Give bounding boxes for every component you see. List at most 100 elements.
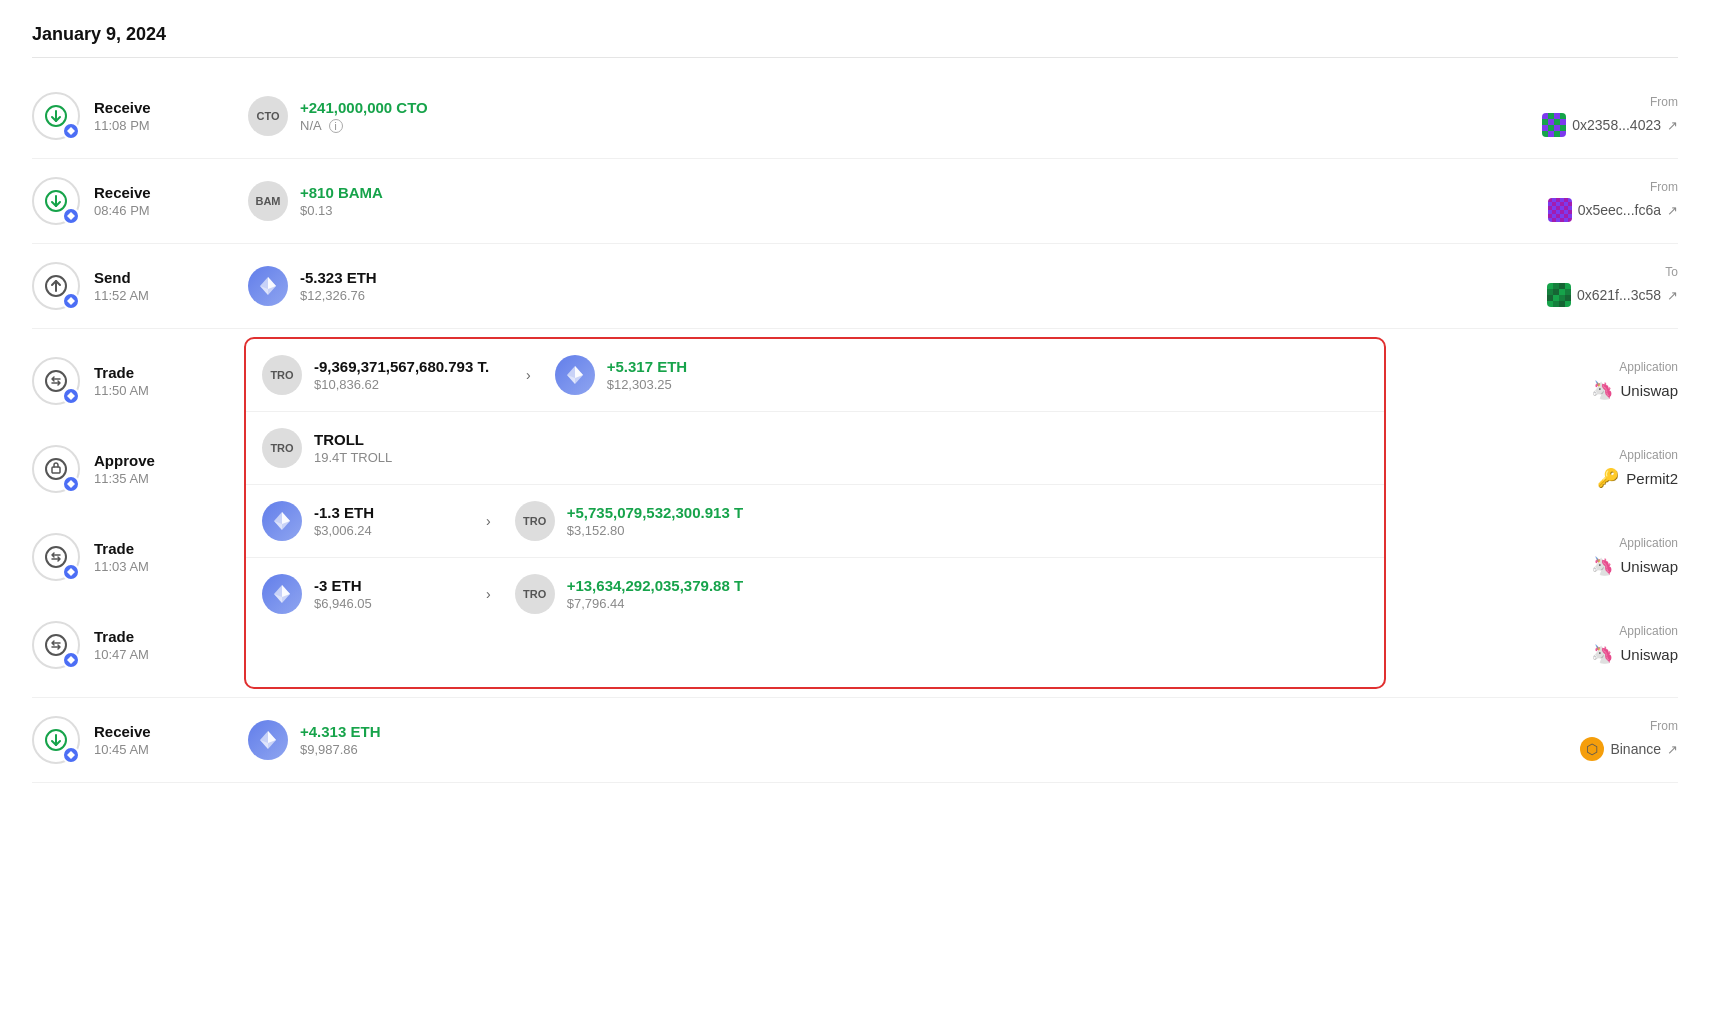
eth-icon [248, 266, 288, 306]
svg-rect-34 [1548, 206, 1552, 210]
svg-rect-15 [1542, 131, 1548, 137]
svg-rect-76 [1547, 301, 1553, 307]
eth-badge [62, 207, 80, 225]
token-tro-1: TRO [262, 355, 302, 395]
svg-marker-2 [67, 127, 75, 135]
token-details-from3: -3 ETH $6,946.05 [314, 577, 474, 611]
svg-marker-81 [67, 392, 75, 400]
svg-rect-65 [1553, 283, 1559, 289]
app-label: Application [1619, 624, 1678, 638]
svg-rect-56 [1564, 218, 1568, 222]
token-amount: +241,000,000 CTO [300, 99, 428, 116]
svg-rect-5 [1554, 113, 1560, 119]
svg-rect-71 [1565, 289, 1571, 295]
svg-rect-28 [1548, 202, 1552, 206]
uniswap-icon-3: 🦄 [1590, 642, 1614, 666]
eth-badge [62, 563, 80, 581]
token-circle-bam: BAM [248, 181, 288, 221]
addr-avatar [1542, 113, 1566, 137]
app-badge-permit2: 🔑 Permit2 [1596, 466, 1678, 490]
svg-rect-44 [1564, 210, 1568, 214]
tx-time: 10:45 AM [94, 742, 151, 757]
info-icon[interactable]: i [329, 119, 343, 133]
meta-label: From [1650, 95, 1678, 109]
transactions-page: January 9, 2024 Receive 11:08 PM [0, 0, 1710, 807]
eth-icon [248, 720, 288, 760]
svg-rect-14 [1560, 125, 1566, 131]
tx-middle: -5.323 ETH $12,326.76 [232, 266, 1398, 306]
tx-left: Send 11:52 AM [32, 262, 232, 310]
addr-text: 0x621f...3c58 [1577, 287, 1661, 303]
svg-rect-24 [1556, 198, 1560, 202]
tx-middle: BAM +810 BAMA $0.13 [232, 181, 1398, 221]
svg-rect-31 [1560, 202, 1564, 206]
transactions-list: Receive 11:08 PM CTO +241,000,000 CTO N/… [32, 74, 1678, 783]
token-usd-from: $10,836.62 [314, 377, 514, 392]
tx-type: Trade [94, 628, 149, 645]
svg-rect-18 [1560, 131, 1566, 137]
eth-badge [62, 746, 80, 764]
svg-rect-70 [1559, 289, 1565, 295]
svg-rect-27 [1568, 198, 1572, 202]
meta-addr: ⬡ Binance ↗ [1580, 737, 1678, 761]
token-usd: $0.13 [300, 203, 383, 218]
token-usd: $9,987.86 [300, 742, 380, 757]
svg-rect-17 [1554, 131, 1560, 137]
highlight-row-trade3: -3 ETH $6,946.05 › TRO +13,634,292,035,3… [246, 558, 1384, 630]
highlighted-left-col: Trade 11:50 AM [32, 337, 232, 689]
token-amount: +810 BAMA [300, 184, 383, 201]
receive-icon [32, 177, 80, 225]
eth-badge [62, 387, 80, 405]
svg-rect-83 [52, 467, 60, 473]
date-header: January 9, 2024 [32, 24, 1678, 58]
trade-icon-3 [32, 621, 80, 669]
trade-icon [32, 357, 80, 405]
ext-link[interactable]: ↗ [1667, 742, 1678, 757]
tx-type-info: Trade 11:50 AM [94, 364, 149, 398]
svg-rect-12 [1548, 125, 1554, 131]
token-details: -5.323 ETH $12,326.76 [300, 269, 377, 303]
meta-addr: 0x621f...3c58 ↗ [1547, 283, 1678, 307]
tx-type-approve: Approve [94, 452, 155, 469]
app-meta-3: Application 🦄 Uniswap [1398, 520, 1678, 594]
tx-middle: CTO +241,000,000 CTO N/A i [232, 96, 1398, 136]
svg-rect-43 [1560, 210, 1564, 214]
tx-row-receive-bama: Receive 08:46 PM BAM +810 BAMA $0.13 Fro… [32, 159, 1678, 244]
ext-link[interactable]: ↗ [1667, 118, 1678, 133]
svg-rect-36 [1556, 206, 1560, 210]
svg-rect-11 [1542, 125, 1548, 131]
uniswap-icon: 🦄 [1590, 378, 1614, 402]
tx-meta: From ⬡ Binance ↗ [1580, 719, 1678, 761]
tx-time: 11:03 AM [94, 559, 149, 574]
app-badge-uniswap: 🦄 Uniswap [1590, 378, 1678, 402]
tx-left-approve: Approve 11:35 AM [32, 425, 232, 513]
svg-marker-86 [67, 568, 75, 576]
svg-rect-57 [1568, 218, 1572, 222]
ext-link[interactable]: ↗ [1667, 203, 1678, 218]
svg-rect-49 [1560, 214, 1564, 218]
tx-time-approve: 11:35 AM [94, 471, 155, 486]
app-name: Uniswap [1620, 558, 1678, 575]
svg-rect-23 [1552, 198, 1556, 202]
tx-type-info: Send 11:52 AM [94, 269, 149, 303]
highlight-row-trade1: TRO -9,369,371,567,680.793 T. $10,836.62… [246, 339, 1384, 412]
app-badge-uniswap3: 🦄 Uniswap [1590, 642, 1678, 666]
token-amount-to: +5.317 ETH [607, 358, 687, 375]
ext-link[interactable]: ↗ [1667, 288, 1678, 303]
receive-icon [32, 92, 80, 140]
addr-text: 0x5eec...fc6a [1578, 202, 1661, 218]
tx-left: Receive 08:46 PM [32, 177, 232, 225]
tx-row-receive-cto: Receive 11:08 PM CTO +241,000,000 CTO N/… [32, 74, 1678, 159]
uniswap-icon-2: 🦄 [1590, 554, 1614, 578]
svg-rect-29 [1552, 202, 1556, 206]
app-name: Permit2 [1626, 470, 1678, 487]
eth-badge [62, 292, 80, 310]
token-details: +241,000,000 CTO N/A i [300, 99, 428, 133]
svg-rect-25 [1560, 198, 1564, 202]
tx-type: Trade [94, 540, 149, 557]
app-meta-4: Application 🦄 Uniswap [1398, 608, 1678, 682]
trade-icon-2 [32, 533, 80, 581]
tx-time: 10:47 AM [94, 647, 149, 662]
svg-rect-3 [1542, 113, 1548, 119]
token-usd-to2: $3,152.80 [567, 523, 743, 538]
